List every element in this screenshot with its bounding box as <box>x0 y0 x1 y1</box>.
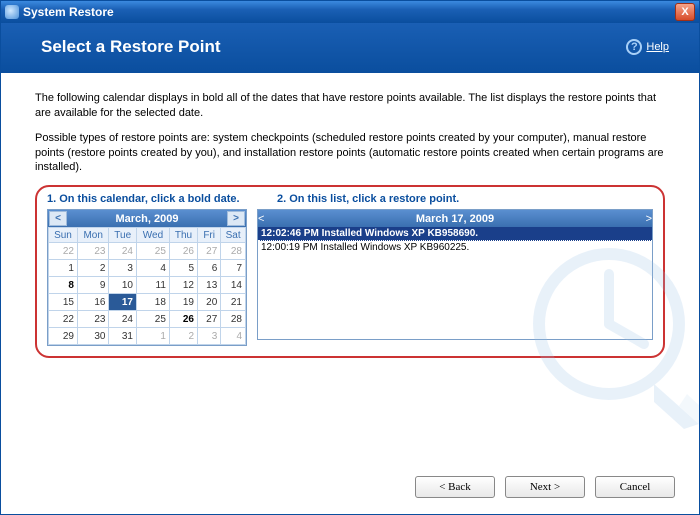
restore-point-list: < March 17, 2009 > 12:02:46 PM Installed… <box>257 209 653 340</box>
instruction-step-2: 2. On this list, click a restore point. <box>277 193 459 205</box>
calendar-day-cell[interactable]: 3 <box>198 328 221 345</box>
calendar-day-header: Sat <box>221 228 246 243</box>
calendar-day-cell[interactable]: 31 <box>109 328 137 345</box>
calendar-day-cell[interactable]: 5 <box>169 260 197 277</box>
next-button[interactable]: Next > <box>505 476 585 498</box>
calendar-day-cell[interactable]: 10 <box>109 277 137 294</box>
calendar-day-cell[interactable]: 11 <box>136 277 169 294</box>
panels: < March, 2009 > SunMonTueWedThuFriSat 22… <box>47 209 653 346</box>
page-title: Select a Restore Point <box>41 37 626 57</box>
calendar-day-header: Tue <box>109 228 137 243</box>
calendar-day-cell[interactable]: 16 <box>77 294 109 311</box>
calendar-day-cell[interactable]: 26 <box>169 311 197 328</box>
calendar-day-cell[interactable]: 6 <box>198 260 221 277</box>
calendar-day-cell[interactable]: 23 <box>77 311 109 328</box>
calendar-day-cell[interactable]: 2 <box>169 328 197 345</box>
calendar-day-cell[interactable]: 28 <box>221 243 246 260</box>
calendar-day-cell[interactable]: 21 <box>221 294 246 311</box>
help-link[interactable]: Help <box>646 41 669 53</box>
calendar-day-cell[interactable]: 30 <box>77 328 109 345</box>
calendar-day-cell[interactable]: 3 <box>109 260 137 277</box>
calendar-day-cell[interactable]: 25 <box>136 243 169 260</box>
calendar-day-cell[interactable]: 18 <box>136 294 169 311</box>
calendar-week-row: 15161718192021 <box>49 294 246 311</box>
highlight-box: 1. On this calendar, click a bold date. … <box>35 185 665 358</box>
calendar-next-button[interactable]: > <box>227 211 245 226</box>
calendar-day-cell[interactable]: 7 <box>221 260 246 277</box>
calendar-day-cell[interactable]: 27 <box>198 243 221 260</box>
calendar-day-header: Wed <box>136 228 169 243</box>
calendar-day-header: Fri <box>198 228 221 243</box>
calendar-day-cell[interactable]: 4 <box>221 328 246 345</box>
calendar-prev-button[interactable]: < <box>49 211 67 226</box>
instruction-step-1: 1. On this calendar, click a bold date. <box>47 193 247 205</box>
calendar-day-cell[interactable]: 23 <box>77 243 109 260</box>
calendar-day-cell[interactable]: 28 <box>221 311 246 328</box>
calendar-day-header-row: SunMonTueWedThuFriSat <box>49 228 246 243</box>
app-icon <box>5 5 19 19</box>
calendar-week-row: 22232425262728 <box>49 311 246 328</box>
calendar-day-cell[interactable]: 8 <box>49 277 78 294</box>
calendar-day-cell[interactable]: 27 <box>198 311 221 328</box>
restore-point-item[interactable]: 12:00:19 PM Installed Windows XP KB96022… <box>258 241 652 254</box>
calendar-day-header: Thu <box>169 228 197 243</box>
help-region: ? Help <box>626 39 669 55</box>
system-restore-window: System Restore X Select a Restore Point … <box>0 0 700 515</box>
calendar-day-cell[interactable]: 4 <box>136 260 169 277</box>
restore-point-item[interactable]: 12:02:46 PM Installed Windows XP KB95869… <box>258 227 652 241</box>
calendar-header: < March, 2009 > <box>48 210 246 227</box>
intro-paragraph-1: The following calendar displays in bold … <box>35 91 665 121</box>
calendar-day-header: Sun <box>49 228 78 243</box>
calendar-day-header: Mon <box>77 228 109 243</box>
calendar-day-cell[interactable]: 13 <box>198 277 221 294</box>
calendar-day-cell[interactable]: 19 <box>169 294 197 311</box>
calendar-day-cell[interactable]: 1 <box>49 260 78 277</box>
list-body: 12:02:46 PM Installed Windows XP KB95869… <box>258 227 652 339</box>
calendar-day-cell[interactable]: 1 <box>136 328 169 345</box>
calendar-day-cell[interactable]: 24 <box>109 243 137 260</box>
calendar-day-cell[interactable]: 25 <box>136 311 169 328</box>
calendar-day-cell[interactable]: 15 <box>49 294 78 311</box>
calendar-day-cell[interactable]: 24 <box>109 311 137 328</box>
wizard-header: Select a Restore Point ? Help <box>1 23 699 73</box>
titlebar-title: System Restore <box>23 5 675 19</box>
calendar-day-cell[interactable]: 26 <box>169 243 197 260</box>
calendar-day-cell[interactable]: 20 <box>198 294 221 311</box>
close-button[interactable]: X <box>675 3 695 21</box>
wizard-footer: < Back Next > Cancel <box>1 464 699 514</box>
cancel-button[interactable]: Cancel <box>595 476 675 498</box>
titlebar: System Restore X <box>1 1 699 23</box>
wizard-body: The following calendar displays in bold … <box>1 73 699 464</box>
calendar-week-row: 22232425262728 <box>49 243 246 260</box>
calendar-week-row: 2930311234 <box>49 328 246 345</box>
calendar-day-cell[interactable]: 9 <box>77 277 109 294</box>
list-next-button[interactable]: > <box>646 213 652 225</box>
back-button[interactable]: < Back <box>415 476 495 498</box>
calendar-grid: SunMonTueWedThuFriSat 222324252627281234… <box>48 227 246 345</box>
list-header: < March 17, 2009 > <box>258 210 652 227</box>
calendar-week-row: 891011121314 <box>49 277 246 294</box>
help-icon: ? <box>626 39 642 55</box>
calendar-month-label: March, 2009 <box>68 213 226 225</box>
calendar-day-cell[interactable]: 14 <box>221 277 246 294</box>
list-date-label: March 17, 2009 <box>264 213 645 225</box>
calendar-day-cell[interactable]: 22 <box>49 243 78 260</box>
calendar-day-cell[interactable]: 17 <box>109 294 137 311</box>
close-icon: X <box>681 6 688 18</box>
calendar-week-row: 1234567 <box>49 260 246 277</box>
calendar-day-cell[interactable]: 29 <box>49 328 78 345</box>
calendar: < March, 2009 > SunMonTueWedThuFriSat 22… <box>47 209 247 346</box>
calendar-day-cell[interactable]: 2 <box>77 260 109 277</box>
calendar-day-cell[interactable]: 12 <box>169 277 197 294</box>
instruction-row: 1. On this calendar, click a bold date. … <box>47 193 653 205</box>
intro-paragraph-2: Possible types of restore points are: sy… <box>35 131 665 176</box>
calendar-day-cell[interactable]: 22 <box>49 311 78 328</box>
